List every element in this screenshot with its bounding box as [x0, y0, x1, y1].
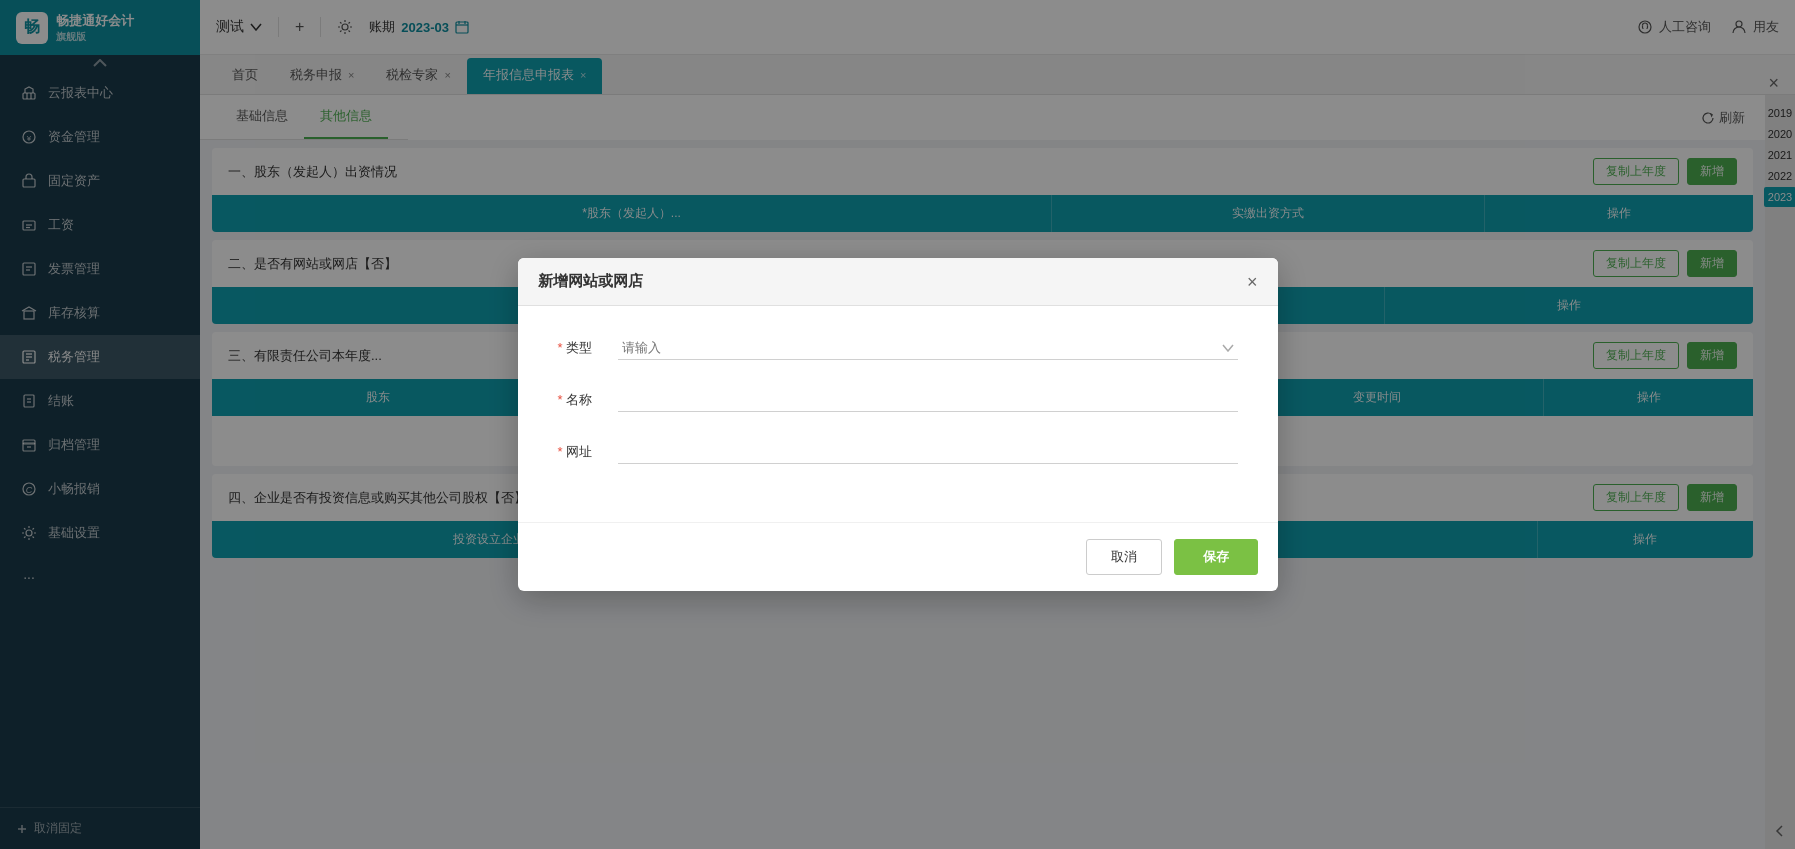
label-name-text: 名称: [566, 392, 592, 407]
required-star-name: *: [558, 392, 563, 407]
form-label-name: * 名称: [558, 391, 618, 409]
save-button[interactable]: 保存: [1174, 539, 1258, 575]
type-input[interactable]: [618, 336, 1238, 359]
dialog-overlay: 新增网站或网店 × * 类型 * 名称: [0, 0, 1795, 849]
url-input-wrap: [618, 440, 1238, 464]
url-input[interactable]: [618, 440, 1238, 463]
form-row-type: * 类型: [558, 336, 1238, 360]
dialog-footer: 取消 保存: [518, 522, 1278, 591]
label-type-text: 类型: [566, 340, 592, 355]
required-star-type: *: [558, 340, 563, 355]
dialog-header: 新增网站或网店 ×: [518, 258, 1278, 306]
dialog-title: 新增网站或网店: [538, 272, 643, 291]
form-row-url: * 网址: [558, 440, 1238, 464]
name-input[interactable]: [618, 388, 1238, 411]
add-website-dialog: 新增网站或网店 × * 类型 * 名称: [518, 258, 1278, 591]
dialog-close-button[interactable]: ×: [1247, 273, 1258, 291]
dialog-body: * 类型 * 名称 *: [518, 306, 1278, 522]
type-input-wrap: [618, 336, 1238, 360]
required-star-url: *: [558, 444, 563, 459]
label-url-text: 网址: [566, 444, 592, 459]
form-label-type: * 类型: [558, 339, 618, 357]
type-dropdown-icon: [1222, 344, 1234, 352]
name-input-wrap: [618, 388, 1238, 412]
cancel-button[interactable]: 取消: [1086, 539, 1162, 575]
form-label-url: * 网址: [558, 443, 618, 461]
form-row-name: * 名称: [558, 388, 1238, 412]
